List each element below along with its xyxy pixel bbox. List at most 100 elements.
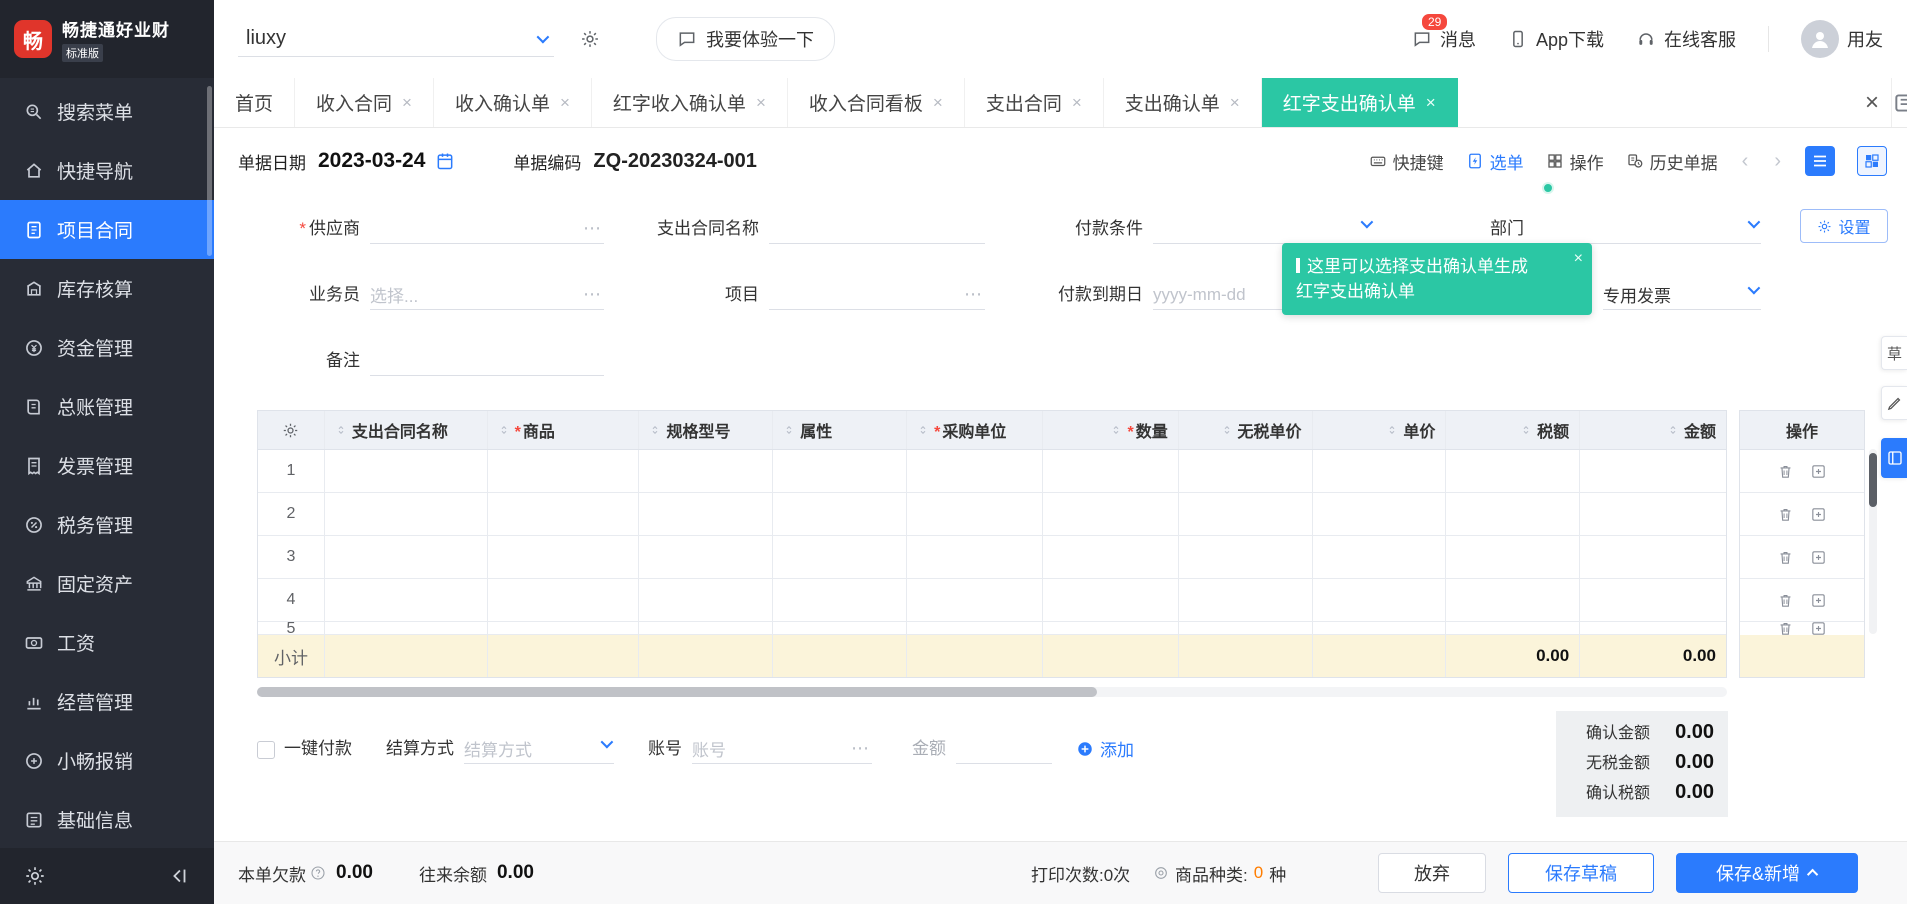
column-header-数量[interactable]: 数量 (1043, 411, 1179, 449)
sidebar-settings-gear-icon[interactable] (24, 865, 46, 887)
delete-row-icon[interactable] (1777, 549, 1794, 566)
grid-cell[interactable] (488, 493, 640, 535)
grid-cell[interactable] (639, 579, 774, 621)
grid-cell[interactable] (773, 450, 908, 492)
project-input[interactable]: ⋯ (769, 280, 985, 310)
column-header-采购单位[interactable]: 采购单位 (907, 411, 1043, 449)
grid-cell[interactable] (1043, 536, 1179, 578)
tab-收入合同看板[interactable]: 收入合同看板 × (788, 78, 965, 127)
grid-cell[interactable] (1179, 536, 1313, 578)
grid-cell[interactable] (1313, 579, 1447, 621)
horizontal-scrollbar[interactable] (257, 687, 1727, 697)
one-key-payment-checkbox[interactable] (257, 741, 275, 759)
column-header-支出合同名称[interactable]: 支出合同名称 (325, 411, 488, 449)
save-draft-button[interactable]: 保存草稿 (1508, 853, 1654, 893)
sort-icon[interactable] (917, 424, 929, 436)
pay-amount-input[interactable] (956, 734, 1052, 764)
drafts-edge-button[interactable]: 草 (1881, 336, 1907, 370)
sort-icon[interactable] (1110, 424, 1122, 436)
sidebar-item-funds[interactable]: 资金管理 (0, 318, 214, 377)
grid-cell[interactable] (1179, 493, 1313, 535)
sort-icon[interactable] (498, 424, 510, 436)
grid-cell[interactable] (1446, 493, 1581, 535)
tab-支出确认单[interactable]: 支出确认单 × (1104, 78, 1262, 127)
grid-cell[interactable] (325, 579, 488, 621)
department-select[interactable] (1534, 214, 1761, 244)
sidebar-scrollbar[interactable] (207, 86, 212, 256)
tab-close-icon[interactable]: × (1072, 94, 1082, 111)
grid-cell[interactable] (773, 622, 908, 634)
sidebar-item-invoice[interactable]: 发票管理 (0, 436, 214, 495)
sort-icon[interactable] (335, 424, 347, 436)
tab-close-icon[interactable]: × (402, 94, 412, 111)
column-header-无税单价[interactable]: 无税单价 (1179, 411, 1313, 449)
one-key-payment-toggle[interactable]: 一键付款 (257, 734, 352, 764)
sidebar-item-salary[interactable]: 工资 (0, 613, 214, 672)
grid-cell[interactable] (1580, 622, 1726, 634)
tab-红字收入确认单[interactable]: 红字收入确认单 × (592, 78, 788, 127)
grid-cell[interactable] (773, 579, 908, 621)
delete-row-icon[interactable] (1777, 463, 1794, 480)
sidebar-item-info[interactable]: 基础信息 (0, 790, 214, 848)
grid-cell[interactable] (1179, 622, 1313, 634)
grid-cell[interactable] (639, 450, 774, 492)
operations-button[interactable]: 操作 (1546, 149, 1604, 174)
tab-红字支出确认单[interactable]: 红字支出确认单 × (1261, 78, 1458, 127)
column-header-规格型号[interactable]: 规格型号 (639, 411, 774, 449)
grid-cell[interactable] (1446, 579, 1581, 621)
grid-cell[interactable] (325, 493, 488, 535)
tab-list-button[interactable] (1891, 78, 1907, 127)
copy-row-icon[interactable] (1810, 549, 1827, 566)
question-icon[interactable] (310, 865, 326, 881)
account-input[interactable]: 账号 ⋯ (692, 734, 872, 764)
column-settings-cell[interactable] (258, 411, 325, 449)
more-icon[interactable]: ⋯ (964, 284, 983, 305)
sort-icon[interactable] (649, 424, 661, 436)
pick-order-button[interactable]: 选单 (1466, 149, 1524, 174)
prev-doc-icon[interactable]: ‹ (1740, 150, 1751, 173)
sidebar-item-ledger[interactable]: 总账管理 (0, 377, 214, 436)
close-tab-icon[interactable]: × (1853, 89, 1891, 117)
grid-cell[interactable] (1043, 493, 1179, 535)
more-icon[interactable]: ⋯ (583, 284, 602, 305)
add-payment-button[interactable]: 添加 (1076, 736, 1134, 764)
tab-首页[interactable]: 首页 (214, 78, 296, 127)
ops-column-header[interactable]: 操作 (1740, 411, 1864, 449)
grid-cell[interactable] (1446, 450, 1581, 492)
sort-icon[interactable] (1520, 424, 1532, 436)
sidebar-item-assets[interactable]: 固定资产 (0, 554, 214, 613)
grid-cell[interactable] (1580, 536, 1726, 578)
grid-cell[interactable] (907, 579, 1043, 621)
tab-close-icon[interactable]: × (1426, 94, 1436, 111)
sidebar-item-business[interactable]: 经营管理 (0, 672, 214, 731)
horizontal-scrollbar-thumb[interactable] (257, 687, 1097, 697)
sidebar-item-inventory[interactable]: 库存核算 (0, 259, 214, 318)
app-download-button[interactable]: App下载 (1508, 26, 1604, 52)
tab-支出合同[interactable]: 支出合同 × (965, 78, 1104, 127)
sidebar-item-tax[interactable]: 税务管理 (0, 495, 214, 554)
tab-收入确认单[interactable]: 收入确认单 × (434, 78, 592, 127)
salesman-input[interactable]: 选择... ⋯ (370, 280, 604, 310)
grid-cell[interactable] (1446, 536, 1581, 578)
grid-cell[interactable] (1580, 493, 1726, 535)
list-view-toggle[interactable] (1805, 146, 1835, 176)
column-header-单价[interactable]: 单价 (1313, 411, 1447, 449)
pen-edge-button[interactable] (1881, 386, 1907, 420)
vertical-scrollbar[interactable] (1869, 449, 1877, 634)
history-docs-button[interactable]: 历史单据 (1626, 149, 1718, 174)
grid-cell[interactable] (488, 450, 640, 492)
tab-close-icon[interactable]: × (756, 94, 766, 111)
sidebar-item-reimburse[interactable]: 小畅报销 (0, 731, 214, 790)
tab-close-icon[interactable]: × (933, 94, 943, 111)
column-header-商品[interactable]: 商品 (488, 411, 640, 449)
sidebar-item-contract[interactable]: 项目合同 (0, 200, 214, 259)
sidebar-item-search[interactable]: 搜索菜单 (0, 82, 214, 141)
grid-cell[interactable] (1043, 579, 1179, 621)
card-view-toggle[interactable] (1857, 146, 1887, 176)
copy-row-icon[interactable] (1810, 592, 1827, 609)
tab-收入合同[interactable]: 收入合同 × (295, 78, 434, 127)
delete-row-icon[interactable] (1777, 506, 1794, 523)
grid-cell[interactable] (639, 536, 774, 578)
grid-cell[interactable] (773, 536, 908, 578)
grid-cell[interactable] (1313, 450, 1447, 492)
